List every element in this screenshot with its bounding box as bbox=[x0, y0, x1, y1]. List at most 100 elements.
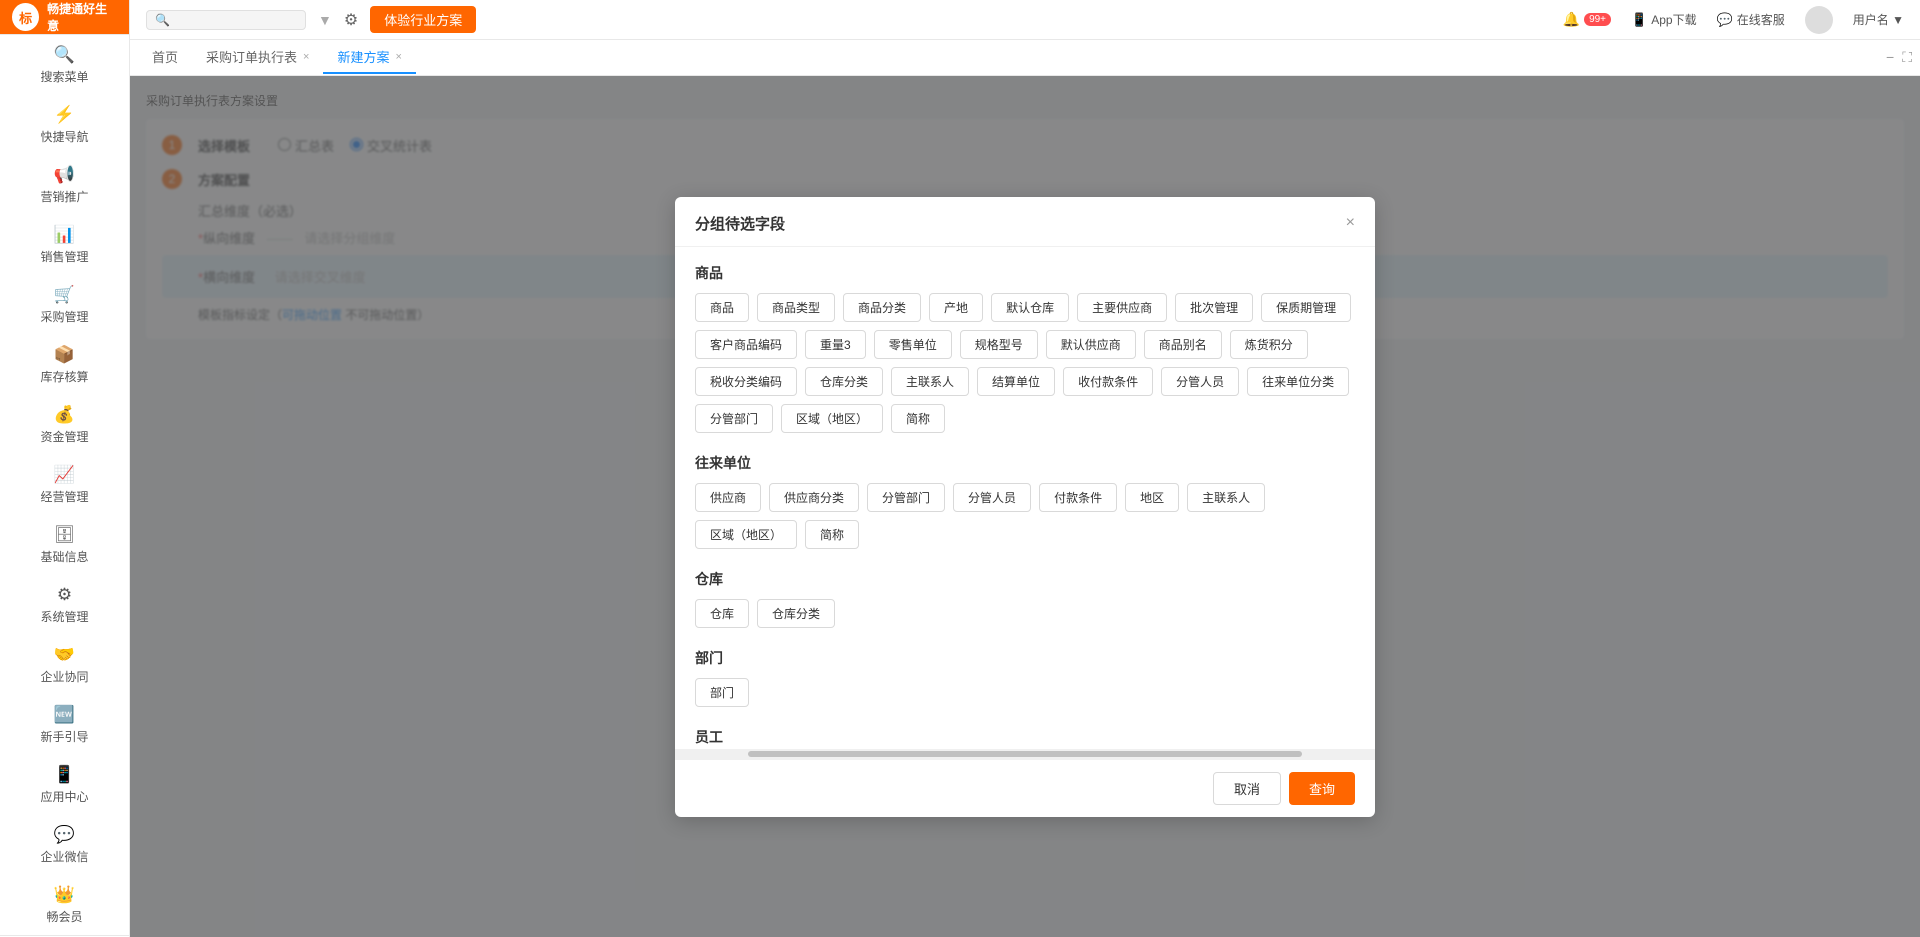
sidebar-item-wechat[interactable]: 💬企业微信 bbox=[0, 815, 129, 875]
field-tag[interactable]: 重量3 bbox=[805, 330, 866, 359]
sidebar-item-guide[interactable]: 🆕新手引导 bbox=[0, 695, 129, 755]
sidebar-label-finance: 资金管理 bbox=[40, 428, 88, 445]
field-tag[interactable]: 简称 bbox=[891, 404, 945, 433]
field-tag[interactable]: 商品 bbox=[695, 293, 749, 322]
sys-icon: ⚙ bbox=[57, 585, 72, 605]
sidebar-item-stock[interactable]: 📦库存核算 bbox=[0, 335, 129, 395]
sidebar-item-member[interactable]: 👑畅会员 bbox=[0, 875, 129, 935]
field-tag[interactable]: 区域（地区） bbox=[781, 404, 883, 433]
tab-label: 采购订单执行表 bbox=[206, 47, 297, 66]
field-tag[interactable]: 分管部门 bbox=[867, 483, 945, 512]
online-service-item[interactable]: 💬 在线客服 bbox=[1717, 11, 1785, 28]
sidebar-label-apps: 应用中心 bbox=[40, 788, 88, 805]
sidebar-item-ops[interactable]: 📈经营管理 bbox=[0, 455, 129, 515]
confirm-btn[interactable]: 查询 bbox=[1289, 772, 1355, 805]
sidebar-label-sys: 系统管理 bbox=[40, 608, 88, 625]
search-icon: 🔍 bbox=[54, 45, 75, 65]
sidebar-label-marketing: 营销推广 bbox=[40, 188, 88, 205]
field-section-warehouse: 仓库仓库仓库分类 bbox=[695, 569, 1355, 628]
field-tag[interactable]: 分管人员 bbox=[1161, 367, 1239, 396]
field-tag[interactable]: 默认供应商 bbox=[1046, 330, 1136, 359]
sidebar-item-apps[interactable]: 📱应用中心 bbox=[0, 755, 129, 815]
field-tag[interactable]: 收付款条件 bbox=[1063, 367, 1153, 396]
field-tag[interactable]: 仓库分类 bbox=[805, 367, 883, 396]
modal-body: 商品商品商品类型商品分类产地默认仓库主要供应商批次管理保质期管理客户商品编码重量… bbox=[675, 247, 1375, 750]
field-tag[interactable]: 分管人员 bbox=[953, 483, 1031, 512]
field-tag[interactable]: 供应商分类 bbox=[769, 483, 859, 512]
user-avatar[interactable] bbox=[1805, 6, 1833, 34]
app-icon: 📱 bbox=[1631, 12, 1647, 28]
field-tag[interactable]: 付款条件 bbox=[1039, 483, 1117, 512]
sidebar-item-marketing[interactable]: 📢营销推广 bbox=[0, 155, 129, 215]
tab-采购订单执行表[interactable]: 采购订单执行表 × bbox=[192, 41, 323, 74]
sidebar-item-purchase[interactable]: 🛒采购管理 bbox=[0, 275, 129, 335]
sidebar-item-base[interactable]: 🗄基础信息 bbox=[0, 515, 129, 575]
sidebar-item-search[interactable]: 🔍 搜索菜单 bbox=[0, 35, 129, 95]
tab-minimize-icon[interactable]: − bbox=[1886, 49, 1894, 66]
header: 🔍 ▼ ⚙ 体验行业方案 🔔 99+ 📱 App下载 💬 在线客服 bbox=[130, 0, 1920, 40]
field-tag[interactable]: 分管部门 bbox=[695, 404, 773, 433]
tab-close-icon[interactable]: × bbox=[395, 51, 401, 63]
sidebar-label-search: 搜索菜单 bbox=[40, 68, 88, 85]
gear-icon[interactable]: ⚙ bbox=[344, 10, 358, 30]
sales-icon: 📊 bbox=[54, 225, 75, 245]
tab-expand-icon[interactable]: ⛶ bbox=[1902, 49, 1912, 66]
field-tag[interactable]: 简称 bbox=[805, 520, 859, 549]
field-tag[interactable]: 主联系人 bbox=[891, 367, 969, 396]
field-tag[interactable]: 炼货积分 bbox=[1230, 330, 1308, 359]
field-tag[interactable]: 产地 bbox=[929, 293, 983, 322]
field-tag[interactable]: 仓库 bbox=[695, 599, 749, 628]
sidebar-label-coop: 企业协同 bbox=[40, 668, 88, 685]
tab-label: 新建方案 bbox=[337, 47, 389, 66]
app-download-item[interactable]: 📱 App下载 bbox=[1631, 11, 1697, 28]
field-tag[interactable]: 批次管理 bbox=[1175, 293, 1253, 322]
field-tag[interactable]: 部门 bbox=[695, 678, 749, 707]
field-tag[interactable]: 商品别名 bbox=[1144, 330, 1222, 359]
header-search[interactable]: 🔍 bbox=[146, 10, 306, 30]
field-tag[interactable]: 区域（地区） bbox=[695, 520, 797, 549]
logo-icon: 标 bbox=[12, 3, 39, 31]
field-tag[interactable]: 往来单位分类 bbox=[1247, 367, 1349, 396]
field-tag[interactable]: 默认仓库 bbox=[991, 293, 1069, 322]
modal-close-btn[interactable]: × bbox=[1346, 214, 1355, 232]
field-tag[interactable]: 供应商 bbox=[695, 483, 761, 512]
search-input[interactable] bbox=[174, 13, 297, 27]
modal-hscroll[interactable] bbox=[675, 749, 1375, 758]
modal-footer: 取消 查询 bbox=[675, 759, 1375, 817]
tab-bar: 首页 采购订单执行表 × 新建方案 × − ⛶ bbox=[130, 40, 1920, 76]
tab-close-icon[interactable]: × bbox=[303, 51, 309, 63]
tab-label: 首页 bbox=[152, 47, 178, 66]
field-section-department: 部门部门 bbox=[695, 648, 1355, 707]
sidebar-item-quick-nav[interactable]: ⚡快捷导航 bbox=[0, 95, 129, 155]
field-tag[interactable]: 税收分类编码 bbox=[695, 367, 797, 396]
sidebar-item-sales[interactable]: 📊销售管理 bbox=[0, 215, 129, 275]
field-tag[interactable]: 商品分类 bbox=[843, 293, 921, 322]
tab-新建方案[interactable]: 新建方案 × bbox=[323, 41, 415, 74]
guide-icon: 🆕 bbox=[54, 705, 75, 725]
user-name[interactable]: 用户名 ▼ bbox=[1853, 11, 1904, 28]
field-tag[interactable]: 保质期管理 bbox=[1261, 293, 1351, 322]
field-tag[interactable]: 客户商品编码 bbox=[695, 330, 797, 359]
field-tag[interactable]: 地区 bbox=[1125, 483, 1179, 512]
field-tag[interactable]: 规格型号 bbox=[960, 330, 1038, 359]
field-tag[interactable]: 仓库分类 bbox=[757, 599, 835, 628]
field-tag[interactable]: 商品类型 bbox=[757, 293, 835, 322]
sidebar-item-coop[interactable]: 🤝企业协同 bbox=[0, 635, 129, 695]
field-tag[interactable]: 主要供应商 bbox=[1077, 293, 1167, 322]
field-grid-department: 部门 bbox=[695, 678, 1355, 707]
field-tag[interactable]: 结算单位 bbox=[977, 367, 1055, 396]
sidebar-label-member: 畅会员 bbox=[46, 908, 82, 925]
sidebar-item-sys[interactable]: ⚙ 系统管理 bbox=[0, 575, 129, 635]
section-title-employee: 员工 bbox=[695, 727, 1355, 747]
sidebar-item-finance[interactable]: 💰资金管理 bbox=[0, 395, 129, 455]
cancel-btn[interactable]: 取消 bbox=[1213, 772, 1281, 805]
field-section-partner: 往来单位供应商供应商分类分管部门分管人员付款条件地区主联系人区域（地区）简称 bbox=[695, 453, 1355, 549]
trial-btn[interactable]: 体验行业方案 bbox=[370, 6, 476, 33]
content-area: 采购订单执行表方案设置 1 选择模板 汇总表 交叉统计表 2 方案配置 汇总维度… bbox=[130, 76, 1920, 937]
section-title-goods: 商品 bbox=[695, 263, 1355, 283]
field-tag[interactable]: 主联系人 bbox=[1187, 483, 1265, 512]
wechat-icon: 💬 bbox=[54, 825, 75, 845]
notification-item[interactable]: 🔔 99+ bbox=[1563, 11, 1611, 28]
field-tag[interactable]: 零售单位 bbox=[874, 330, 952, 359]
tab-首页[interactable]: 首页 bbox=[138, 41, 192, 74]
